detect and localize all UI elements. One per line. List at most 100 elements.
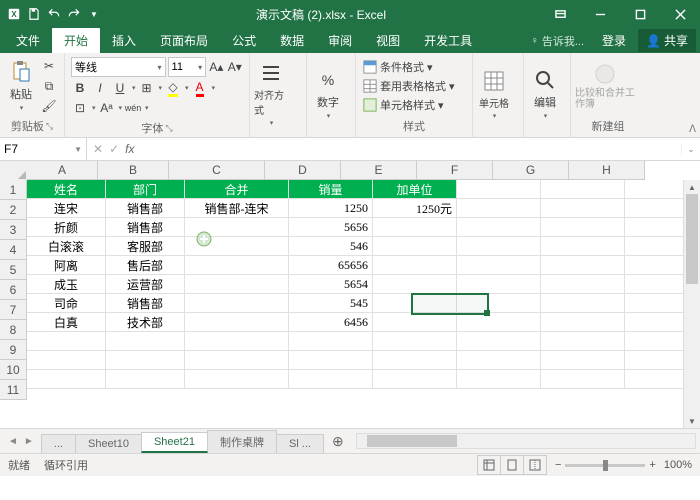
row-header[interactable]: 2 — [0, 200, 27, 220]
row-header[interactable]: 8 — [0, 320, 27, 340]
tab-data[interactable]: 数据 — [268, 28, 316, 53]
quick-access-more-icon[interactable]: ▼ — [86, 6, 102, 22]
cell[interactable] — [457, 180, 541, 199]
cell[interactable]: 折颜 — [27, 218, 106, 237]
tab-view[interactable]: 视图 — [364, 28, 412, 53]
dialog-launcher-icon[interactable]: ⤡ — [46, 121, 53, 132]
cell[interactable]: 销售部 — [106, 218, 185, 237]
name-box[interactable]: F7▼ — [0, 138, 87, 160]
sheet-tab[interactable]: Sheet21 — [141, 432, 208, 453]
cells-button[interactable]: 单元格▾ — [477, 69, 511, 120]
cell[interactable]: 阿离 — [27, 256, 106, 275]
cell[interactable]: 销售部 — [106, 199, 185, 218]
cancel-formula-icon[interactable]: ✕ — [93, 142, 103, 156]
col-header[interactable]: D — [265, 161, 341, 180]
cell[interactable] — [541, 294, 625, 313]
row-header[interactable]: 1 — [0, 180, 27, 200]
cell[interactable] — [373, 370, 457, 389]
editing-button[interactable]: 编辑▾ — [528, 68, 562, 120]
cell[interactable] — [27, 370, 106, 389]
row-header[interactable]: 11 — [0, 380, 27, 400]
share-button[interactable]: 👤共享 — [638, 29, 696, 52]
format-painter-icon[interactable]: 🖌 — [40, 97, 58, 115]
sign-in-link[interactable]: 登录 — [594, 28, 634, 53]
tell-me-search[interactable]: ♀告诉我... — [525, 30, 590, 52]
cell[interactable]: 售后部 — [106, 256, 185, 275]
cell[interactable] — [457, 313, 541, 332]
cell[interactable] — [541, 275, 625, 294]
number-button[interactable]: %数字▾ — [311, 68, 345, 120]
zoom-level[interactable]: 100% — [664, 459, 692, 471]
cell[interactable] — [185, 237, 289, 256]
cell[interactable] — [289, 351, 373, 370]
cell[interactable] — [541, 351, 625, 370]
column-headers[interactable]: ABCDEFGH — [27, 161, 645, 180]
cell[interactable]: 连宋 — [27, 199, 106, 218]
col-header[interactable]: F — [417, 161, 493, 180]
cell[interactable] — [541, 180, 625, 199]
cell[interactable] — [185, 294, 289, 313]
enter-formula-icon[interactable]: ✓ — [109, 142, 119, 156]
horizontal-scrollbar[interactable] — [356, 433, 696, 449]
maximize-button[interactable] — [620, 0, 660, 28]
cell[interactable] — [185, 351, 289, 370]
border-button[interactable]: ⊞ — [138, 79, 156, 97]
alignment-button[interactable]: 对齐方式▾ — [254, 61, 288, 127]
cell[interactable]: 545 — [289, 294, 373, 313]
dialog-launcher-icon[interactable]: ⤡ — [165, 123, 172, 134]
cell[interactable] — [106, 370, 185, 389]
new-sheet-button[interactable]: ⊕ — [324, 430, 352, 453]
cell[interactable]: 技术部 — [106, 313, 185, 332]
tab-review[interactable]: 审阅 — [316, 28, 364, 53]
cell[interactable]: 部门 — [106, 180, 185, 199]
cell[interactable]: 加单位 — [373, 180, 457, 199]
cut-icon[interactable]: ✂ — [40, 57, 58, 75]
paste-button[interactable]: 粘贴▾ — [4, 60, 38, 112]
cell[interactable]: 白滚滚 — [27, 237, 106, 256]
sheet-tab[interactable]: 制作桌牌 — [207, 430, 277, 453]
cell[interactable] — [457, 370, 541, 389]
cell[interactable] — [457, 332, 541, 351]
conditional-format-button[interactable]: 条件格式 ▾ — [360, 58, 458, 76]
cell[interactable] — [185, 313, 289, 332]
cell[interactable] — [373, 256, 457, 275]
cell[interactable] — [541, 370, 625, 389]
cell[interactable]: 销售部-连宋 — [185, 199, 289, 218]
cell[interactable] — [457, 275, 541, 294]
cell[interactable] — [541, 256, 625, 275]
cell[interactable]: 司命 — [27, 294, 106, 313]
sheet-tab[interactable]: Sl ... — [276, 434, 324, 453]
cell[interactable] — [541, 332, 625, 351]
cell[interactable] — [541, 313, 625, 332]
cell[interactable] — [106, 351, 185, 370]
tab-file[interactable]: 文件 — [4, 28, 52, 53]
tab-developer[interactable]: 开发工具 — [412, 28, 484, 53]
cell[interactable]: 1250元 — [373, 199, 457, 218]
expand-formula-bar-icon[interactable]: ⌄ — [681, 144, 700, 155]
cell[interactable] — [373, 313, 457, 332]
cell[interactable]: 6456 — [289, 313, 373, 332]
row-header[interactable]: 5 — [0, 260, 27, 280]
cell[interactable]: 合并 — [185, 180, 289, 199]
cell[interactable] — [27, 351, 106, 370]
font-name-select[interactable]: 等线▾ — [71, 57, 166, 77]
cell[interactable] — [373, 332, 457, 351]
copy-icon[interactable]: ⧉ — [40, 77, 58, 95]
cell[interactable]: 姓名 — [27, 180, 106, 199]
col-header[interactable]: G — [493, 161, 569, 180]
cell[interactable] — [373, 294, 457, 313]
zoom-out-icon[interactable]: − — [555, 459, 561, 471]
tab-formulas[interactable]: 公式 — [220, 28, 268, 53]
bold-button[interactable]: B — [71, 79, 89, 97]
font-size-select[interactable]: 11▾ — [168, 57, 207, 77]
cells-container[interactable]: 姓名部门合并销量加单位连宋销售部销售部-连宋12501250元折颜销售部5656… — [27, 180, 700, 389]
cell[interactable] — [457, 256, 541, 275]
cell[interactable]: 成玉 — [27, 275, 106, 294]
cell[interactable] — [289, 332, 373, 351]
cell[interactable] — [185, 332, 289, 351]
col-header[interactable]: H — [569, 161, 645, 180]
ribbon-options-icon[interactable] — [540, 0, 580, 28]
close-button[interactable] — [660, 0, 700, 28]
cell[interactable] — [541, 199, 625, 218]
scroll-down-icon[interactable]: ▼ — [684, 414, 700, 428]
